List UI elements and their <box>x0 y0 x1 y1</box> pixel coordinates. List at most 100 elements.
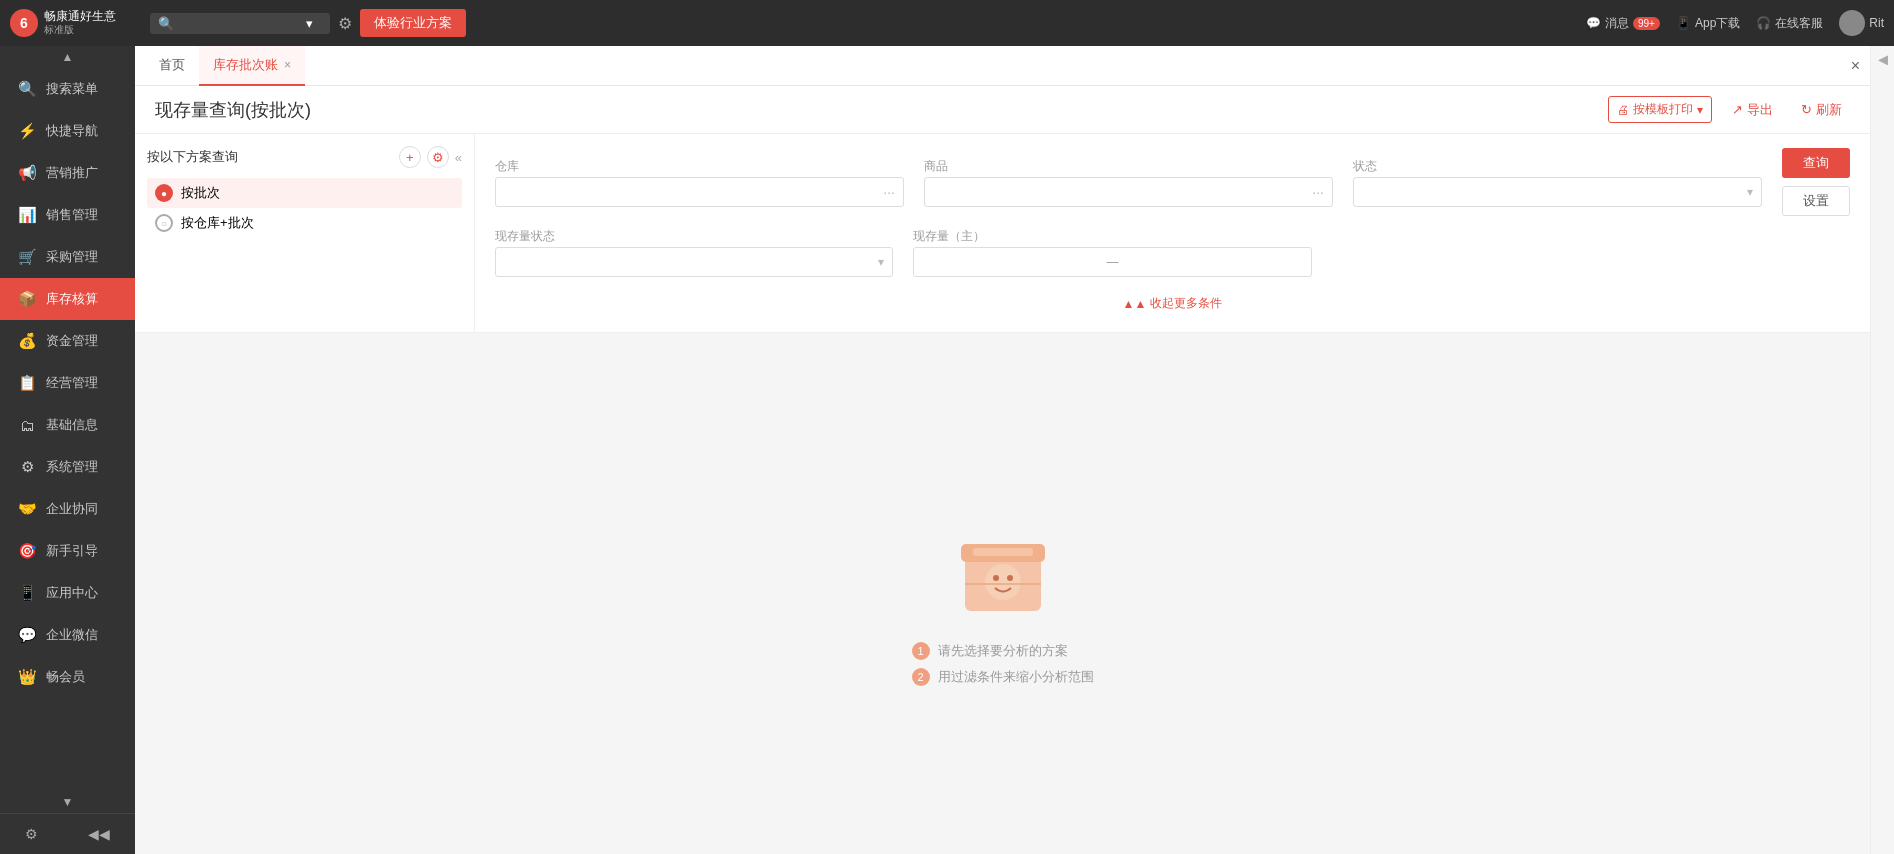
sidebar-item-finance[interactable]: 💰 资金管理 <box>0 320 135 362</box>
scheme-by-warehouse-batch-label: 按仓库+批次 <box>181 214 254 232</box>
tab-home[interactable]: 首页 <box>145 46 199 86</box>
settings-button[interactable]: 设置 <box>1782 186 1850 216</box>
finance-icon: 💰 <box>18 332 36 350</box>
sidebar-item-label: 系统管理 <box>46 458 98 476</box>
search-icon: 🔍 <box>158 16 174 31</box>
collapse-schemes-btn[interactable]: « <box>455 150 462 165</box>
filter-schemes-panel: 按以下方案查询 + ⚙ « ● 按批次 ○ 按仓库+批次 <box>135 134 475 332</box>
hint-text-2: 用过滤条件来缩小分析范围 <box>938 668 1094 686</box>
sidebar-item-inventory[interactable]: 📦 库存核算 <box>0 278 135 320</box>
settings-icon[interactable]: ⚙ <box>338 14 352 33</box>
inventory-status-input[interactable]: ▾ <box>495 247 893 277</box>
user-item[interactable]: Rit <box>1839 10 1884 36</box>
status-field: 状态 ▾ <box>1353 158 1762 207</box>
refresh-label: 刷新 <box>1816 101 1842 119</box>
warehouse-field: 仓库 ··· <box>495 158 904 207</box>
purchase-icon: 🛒 <box>18 248 36 266</box>
sidebar-scroll: 🔍 搜索菜单 ⚡ 快捷导航 📢 营销推广 📊 销售管理 🛒 采购管理 📦 <box>0 68 135 791</box>
sidebar-item-system[interactable]: ⚙ 系统管理 <box>0 446 135 488</box>
tab-panel-close-btn[interactable]: × <box>1851 57 1860 75</box>
filter-action-col: 查询 设置 <box>1782 148 1850 216</box>
sidebar-item-purchase[interactable]: 🛒 采购管理 <box>0 236 135 278</box>
app-download-item[interactable]: 📱 App下载 <box>1676 15 1740 32</box>
sidebar-item-sales[interactable]: 📊 销售管理 <box>0 194 135 236</box>
inventory-status-arrow: ▾ <box>878 255 884 269</box>
scheme-item-by-batch[interactable]: ● 按批次 <box>147 178 462 208</box>
warehouse-input[interactable]: ··· <box>495 177 904 207</box>
tab-home-label: 首页 <box>159 56 185 74</box>
sidebar-item-label: 新手引导 <box>46 542 98 560</box>
right-panel-toggle[interactable]: ▶ <box>1871 50 1894 73</box>
warehouse-label: 仓库 <box>495 158 904 175</box>
inventory-qty-label: 现存量（主） <box>913 228 1311 245</box>
print-template-btn[interactable]: 🖨 按模板打印 ▾ <box>1608 96 1712 123</box>
sidebar-item-label: 基础信息 <box>46 416 98 434</box>
sidebar-settings-btn[interactable]: ⚙ <box>17 822 46 846</box>
filter-schemes-header: 按以下方案查询 + ⚙ « <box>147 146 462 168</box>
header-search-input[interactable] <box>180 16 300 30</box>
product-field: 商品 ··· <box>924 158 1333 207</box>
settings-scheme-btn[interactable]: ⚙ <box>427 146 449 168</box>
empty-hints: 1 请先选择要分析的方案 2 用过滤条件来缩小分析范围 <box>912 642 1094 686</box>
print-dropdown-icon: ▾ <box>1697 103 1703 117</box>
header-search-bar[interactable]: 🔍 ▾ <box>150 13 330 34</box>
collapse-more-btn[interactable]: ▲▲ 收起更多条件 <box>495 289 1850 318</box>
enterprise-wechat-icon: 💬 <box>18 626 36 644</box>
dropdown-icon: ▾ <box>306 16 313 31</box>
tab-close-icon[interactable]: × <box>284 58 291 72</box>
header-right: 💬 消息 99+ 📱 App下载 🎧 在线客服 Rit <box>1586 10 1884 36</box>
messages-item[interactable]: 💬 消息 99+ <box>1586 15 1660 32</box>
printer-icon: 🖨 <box>1617 103 1629 117</box>
sidebar-item-marketing[interactable]: 📢 营销推广 <box>0 152 135 194</box>
filter-row-1: 仓库 ··· 商品 ··· 状态 <box>495 148 1850 216</box>
online-service-item[interactable]: 🎧 在线客服 <box>1756 15 1823 32</box>
inventory-qty-input[interactable]: — <box>913 247 1311 277</box>
status-input[interactable]: ▾ <box>1353 177 1762 207</box>
sidebar-item-enterprise-wechat[interactable]: 💬 企业微信 <box>0 614 135 656</box>
scheme-inactive-dot: ○ <box>155 214 173 232</box>
export-btn[interactable]: ↗ 导出 <box>1724 97 1781 123</box>
sidebar-item-search-menu[interactable]: 🔍 搜索菜单 <box>0 68 135 110</box>
add-scheme-btn[interactable]: + <box>399 146 421 168</box>
sidebar-collapse-btn[interactable]: ◀◀ <box>80 822 118 846</box>
sidebar-item-label: 销售管理 <box>46 206 98 224</box>
empty-illustration <box>943 502 1063 622</box>
company-name: 畅康通好生意 <box>44 9 116 23</box>
refresh-btn[interactable]: ↻ 刷新 <box>1793 97 1850 123</box>
new-guide-icon: 🎯 <box>18 542 36 560</box>
scheme-active-dot: ● <box>155 184 173 202</box>
sidebar-item-label: 搜索菜单 <box>46 80 98 98</box>
sidebar-item-new-guide[interactable]: 🎯 新手引导 <box>0 530 135 572</box>
empty-svg <box>943 502 1063 622</box>
sidebar-item-label: 企业协同 <box>46 500 98 518</box>
trial-button[interactable]: 体验行业方案 <box>360 9 466 37</box>
query-button[interactable]: 查询 <box>1782 148 1850 178</box>
sidebar-item-label: 应用中心 <box>46 584 98 602</box>
sidebar-item-app-center[interactable]: 📱 应用中心 <box>0 572 135 614</box>
sidebar-item-basic-info[interactable]: 🗂 基础信息 <box>0 404 135 446</box>
scheme-by-batch-label: 按批次 <box>181 184 220 202</box>
product-input[interactable]: ··· <box>924 177 1333 207</box>
tab-inventory-batch[interactable]: 库存批次账 × <box>199 46 305 86</box>
inventory-icon: 📦 <box>18 290 36 308</box>
system-icon: ⚙ <box>18 458 36 476</box>
sidebar-item-quick-nav[interactable]: ⚡ 快捷导航 <box>0 110 135 152</box>
sidebar-item-enterprise-collab[interactable]: 🤝 企业协同 <box>0 488 135 530</box>
chevron-up-icon: ▲▲ <box>1123 297 1147 311</box>
sidebar-scroll-down[interactable]: ▼ <box>0 791 135 813</box>
sidebar-scroll-up[interactable]: ▲ <box>0 46 135 68</box>
phone-icon: 📱 <box>1676 16 1691 30</box>
sidebar-item-label: 营销推广 <box>46 164 98 182</box>
empty-state: 1 请先选择要分析的方案 2 用过滤条件来缩小分析范围 <box>912 502 1094 686</box>
operations-icon: 📋 <box>18 374 36 392</box>
empty-hint-2: 2 用过滤条件来缩小分析范围 <box>912 668 1094 686</box>
page-header: 现存量查询(按批次) 🖨 按模板打印 ▾ ↗ 导出 ↻ 刷新 <box>135 86 1870 134</box>
vip-club-icon: 👑 <box>18 668 36 686</box>
main-body: 1 请先选择要分析的方案 2 用过滤条件来缩小分析范围 <box>135 333 1870 854</box>
sidebar-item-vip-club[interactable]: 👑 畅会员 <box>0 656 135 698</box>
refresh-icon: ↻ <box>1801 102 1812 117</box>
svg-point-5 <box>1007 575 1013 581</box>
sidebar-item-operations[interactable]: 📋 经营管理 <box>0 362 135 404</box>
scheme-item-by-warehouse-batch[interactable]: ○ 按仓库+批次 <box>147 208 462 238</box>
version-label: 标准版 <box>44 23 116 37</box>
